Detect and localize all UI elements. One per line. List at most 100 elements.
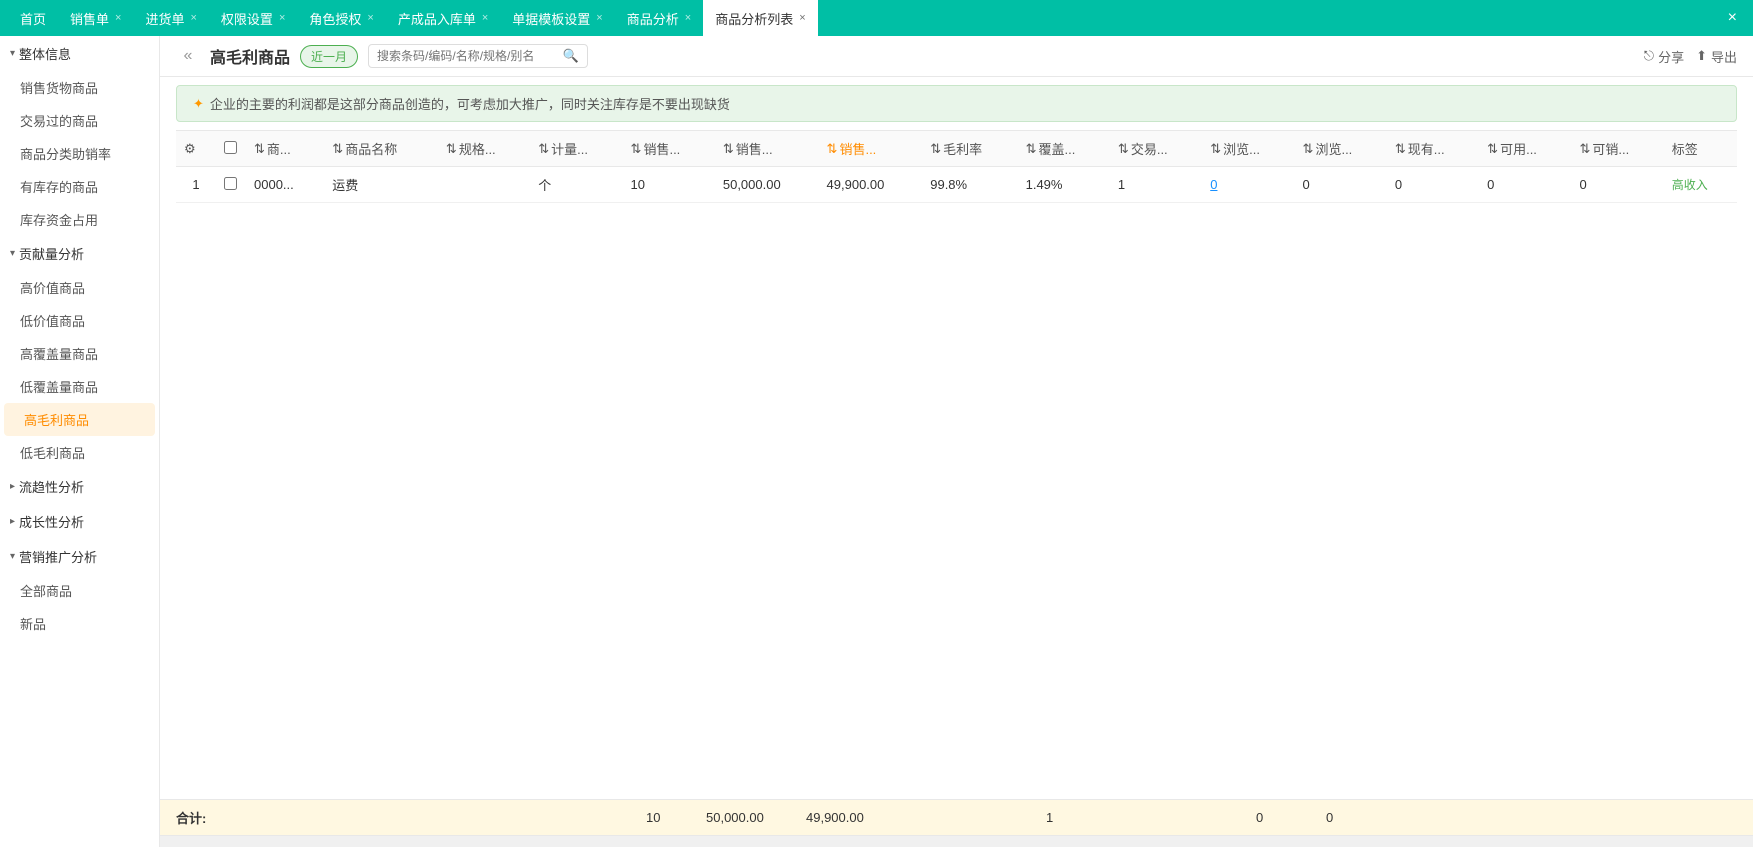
share-button[interactable]: ⎋ 分享 — [1644, 47, 1684, 66]
close-product-analysis-icon[interactable]: × — [685, 12, 691, 24]
nav-product-analysis-list[interactable]: 商品分析列表 × — [703, 0, 817, 36]
sidebar-item-high-coverage[interactable]: 高覆盖量商品 — [0, 337, 159, 370]
nav-purchase-order[interactable]: 进货单 × — [133, 0, 208, 36]
sidebar-section-trend[interactable]: ▸ 流趋性分析 — [0, 469, 159, 504]
arrow-right-icon-2: ▸ — [10, 516, 15, 527]
arrow-down-icon-3: ▾ — [10, 551, 15, 562]
select-all-checkbox[interactable] — [224, 141, 237, 154]
row-name: 运费 — [324, 167, 438, 203]
sidebar-item-in-stock-goods[interactable]: 有库存的商品 — [0, 170, 159, 203]
footer-label: 合计: — [176, 808, 316, 827]
col-tag[interactable]: 标签 — [1664, 131, 1737, 167]
col-current-stock[interactable]: ⇅ 现有... — [1387, 131, 1479, 167]
sidebar-item-high-margin[interactable]: 高毛利商品 — [4, 403, 155, 436]
sidebar-section-marketing[interactable]: ▾ 营销推广分析 — [0, 539, 159, 574]
close-product-warehouse-icon[interactable]: × — [482, 12, 488, 24]
period-filter-button[interactable]: 近一月 — [300, 45, 358, 68]
row-available-stock: 0 — [1479, 167, 1571, 203]
row-checkbox-cell[interactable] — [216, 167, 246, 203]
row-checkbox[interactable] — [224, 177, 237, 190]
row-code: 0000... — [246, 167, 324, 203]
sidebar-section-contribution[interactable]: ▾ 贡献量分析 — [0, 236, 159, 271]
col-sales-amount[interactable]: ⇅ 销售... — [715, 131, 819, 167]
sidebar-item-all-goods[interactable]: 全部商品 — [0, 574, 159, 607]
horizontal-scrollbar[interactable] — [160, 835, 1753, 847]
row-coverage: 1.49% — [1018, 167, 1110, 203]
table-header-row: ⚙ ⇅ 商... ⇅ — [176, 131, 1737, 167]
page-title: 高毛利商品 — [210, 44, 290, 68]
col-unit[interactable]: ⇅ 计量... — [530, 131, 622, 167]
close-permission-settings-icon[interactable]: × — [279, 12, 285, 24]
close-purchase-order-icon[interactable]: × — [190, 12, 196, 24]
row-current-stock: 0 — [1387, 167, 1479, 203]
footer-sales-cost: 49,900.00 — [806, 810, 906, 825]
nav-home[interactable]: 首页 — [8, 0, 58, 36]
arrow-down-icon-2: ▾ — [10, 248, 15, 259]
footer-transaction: 1 — [1046, 810, 1116, 825]
header-actions: ⎋ 分享 ⬆ 导出 — [1644, 47, 1737, 66]
row-spec — [438, 167, 530, 203]
nav-role-auth[interactable]: 角色授权 × — [297, 0, 385, 36]
col-checkbox[interactable] — [216, 131, 246, 167]
row-tag: 高收入 — [1664, 167, 1737, 203]
close-product-analysis-list-icon[interactable]: × — [799, 12, 805, 24]
search-input[interactable] — [377, 49, 563, 63]
export-icon: ⬆ — [1696, 48, 1707, 64]
close-template-settings-icon[interactable]: × — [596, 12, 602, 24]
close-sales-order-icon[interactable]: × — [115, 12, 121, 24]
sidebar-section-growth[interactable]: ▸ 成长性分析 — [0, 504, 159, 539]
nav-permission-settings[interactable]: 权限设置 × — [209, 0, 297, 36]
col-saleable-stock[interactable]: ⇅ 可销... — [1571, 131, 1663, 167]
col-spec[interactable]: ⇅ 规格... — [438, 131, 530, 167]
table-container[interactable]: ⚙ ⇅ 商... ⇅ — [160, 130, 1753, 799]
sidebar-item-category-sales-rate[interactable]: 商品分类助销率 — [0, 137, 159, 170]
table-row: 1 0000... 运费 — [176, 167, 1737, 203]
footer-totals: 合计: 10 50,000.00 49,900.00 1 0 0 — [160, 799, 1753, 835]
sidebar-item-low-margin[interactable]: 低毛利商品 — [0, 436, 159, 469]
sidebar-item-traded-goods[interactable]: 交易过的商品 — [0, 104, 159, 137]
search-icon[interactable]: 🔍 — [563, 48, 579, 64]
close-role-auth-icon[interactable]: × — [367, 12, 373, 24]
footer-available-stock: 0 — [1326, 810, 1396, 825]
row-browse2: 0 — [1295, 167, 1387, 203]
sidebar-item-low-value[interactable]: 低价值商品 — [0, 304, 159, 337]
row-unit: 个 — [530, 167, 622, 203]
nav-product-warehouse[interactable]: 产成品入库单 × — [386, 0, 500, 36]
export-button[interactable]: ⬆ 导出 — [1696, 47, 1737, 66]
col-sales-cost[interactable]: ⇅ 销售... — [819, 131, 923, 167]
sidebar-item-new-goods[interactable]: 新品 — [0, 607, 159, 640]
sidebar-item-low-coverage[interactable]: 低覆盖量商品 — [0, 370, 159, 403]
col-browse2[interactable]: ⇅ 浏览... — [1295, 131, 1387, 167]
row-transaction: 1 — [1110, 167, 1202, 203]
col-name[interactable]: ⇅ 商品名称 — [324, 131, 438, 167]
nav-sales-order[interactable]: 销售单 × — [58, 0, 133, 36]
collapse-sidebar-button[interactable]: « — [176, 44, 200, 68]
sidebar-item-sales-goods[interactable]: 销售货物商品 — [0, 71, 159, 104]
footer-sales-qty: 10 — [646, 810, 706, 825]
col-browse1[interactable]: ⇅ 浏览... — [1202, 131, 1294, 167]
col-coverage[interactable]: ⇅ 覆盖... — [1018, 131, 1110, 167]
row-browse1[interactable]: 0 — [1202, 167, 1294, 203]
col-sales-qty[interactable]: ⇅ 销售... — [623, 131, 715, 167]
info-banner: ✦ 企业的主要的利润都是这部分商品创造的，可考虑加大推广，同时关注库存是不要出现… — [176, 85, 1737, 122]
close-all-button[interactable]: × — [1720, 9, 1745, 27]
footer-sales-amount: 50,000.00 — [706, 810, 806, 825]
row-num: 1 — [176, 167, 216, 203]
col-transaction[interactable]: ⇅ 交易... — [1110, 131, 1202, 167]
col-code[interactable]: ⇅ 商... — [246, 131, 324, 167]
col-settings[interactable]: ⚙ — [176, 131, 216, 167]
nav-template-settings[interactable]: 单据模板设置 × — [500, 0, 614, 36]
arrow-right-icon: ▸ — [10, 481, 15, 492]
col-available-stock[interactable]: ⇅ 可用... — [1479, 131, 1571, 167]
col-gross-margin[interactable]: ⇅ 毛利率 — [922, 131, 1017, 167]
content-area: « 高毛利商品 近一月 🔍 ⎋ 分享 ⬆ 导出 ✦ 企业的主要的利润都是这部 — [160, 36, 1753, 847]
search-box[interactable]: 🔍 — [368, 44, 588, 68]
row-sales-amount: 50,000.00 — [715, 167, 819, 203]
footer-current-stock: 0 — [1256, 810, 1326, 825]
sidebar-item-high-value[interactable]: 高价值商品 — [0, 271, 159, 304]
share-icon: ⎋ — [1644, 48, 1654, 64]
sidebar-item-stock-fund-usage[interactable]: 库存资金占用 — [0, 203, 159, 236]
nav-product-analysis[interactable]: 商品分析 × — [615, 0, 703, 36]
sidebar-section-overall[interactable]: ▾ 整体信息 — [0, 36, 159, 71]
main-layout: ▾ 整体信息 销售货物商品 交易过的商品 商品分类助销率 有库存的商品 库存资金… — [0, 36, 1753, 847]
